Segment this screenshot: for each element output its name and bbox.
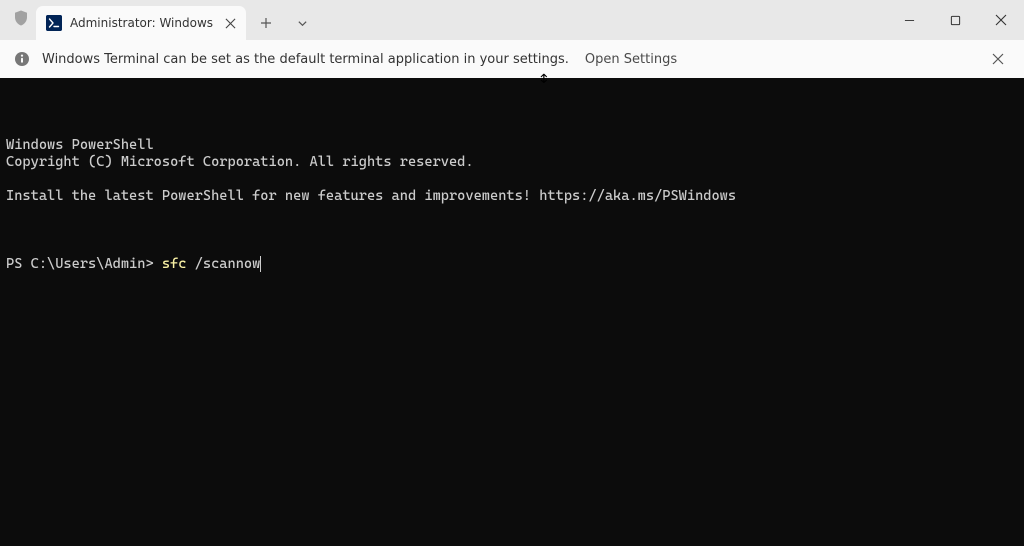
tab-dropdown-button[interactable] bbox=[286, 8, 318, 38]
uac-shield-icon bbox=[12, 9, 30, 27]
open-settings-link[interactable]: Open Settings bbox=[585, 52, 677, 67]
command-exe: sfc bbox=[162, 256, 187, 272]
tab-powershell[interactable]: Administrator: Windows Powe bbox=[36, 6, 246, 40]
tab-strip: Administrator: Windows Powe bbox=[0, 6, 886, 40]
terminal-pane[interactable]: ↕ Windows PowerShellCopyright (C) Micros… bbox=[0, 78, 1024, 546]
info-icon bbox=[14, 51, 30, 67]
tab-close-button[interactable] bbox=[222, 15, 238, 31]
window-controls bbox=[886, 0, 1024, 40]
new-tab-button[interactable] bbox=[250, 8, 282, 38]
command-args: /scannow bbox=[186, 256, 260, 272]
tab-title: Administrator: Windows Powe bbox=[70, 16, 214, 30]
maximize-button[interactable] bbox=[932, 4, 978, 36]
infobar-message: Windows Terminal can be set as the defau… bbox=[42, 52, 569, 67]
terminal-prompt-line: PS C:\Users\Admin> sfc /scannow bbox=[6, 256, 1018, 273]
info-bar: Windows Terminal can be set as the defau… bbox=[0, 40, 1024, 78]
title-bar: Administrator: Windows Powe bbox=[0, 0, 1024, 40]
minimize-button[interactable] bbox=[886, 4, 932, 36]
prompt-text: PS C:\Users\Admin> bbox=[6, 256, 162, 272]
text-cursor bbox=[260, 256, 261, 272]
infobar-close-button[interactable] bbox=[986, 47, 1010, 71]
close-button[interactable] bbox=[978, 4, 1024, 36]
terminal-output: Windows PowerShellCopyright (C) Microsof… bbox=[6, 137, 1018, 222]
powershell-icon bbox=[46, 15, 62, 31]
